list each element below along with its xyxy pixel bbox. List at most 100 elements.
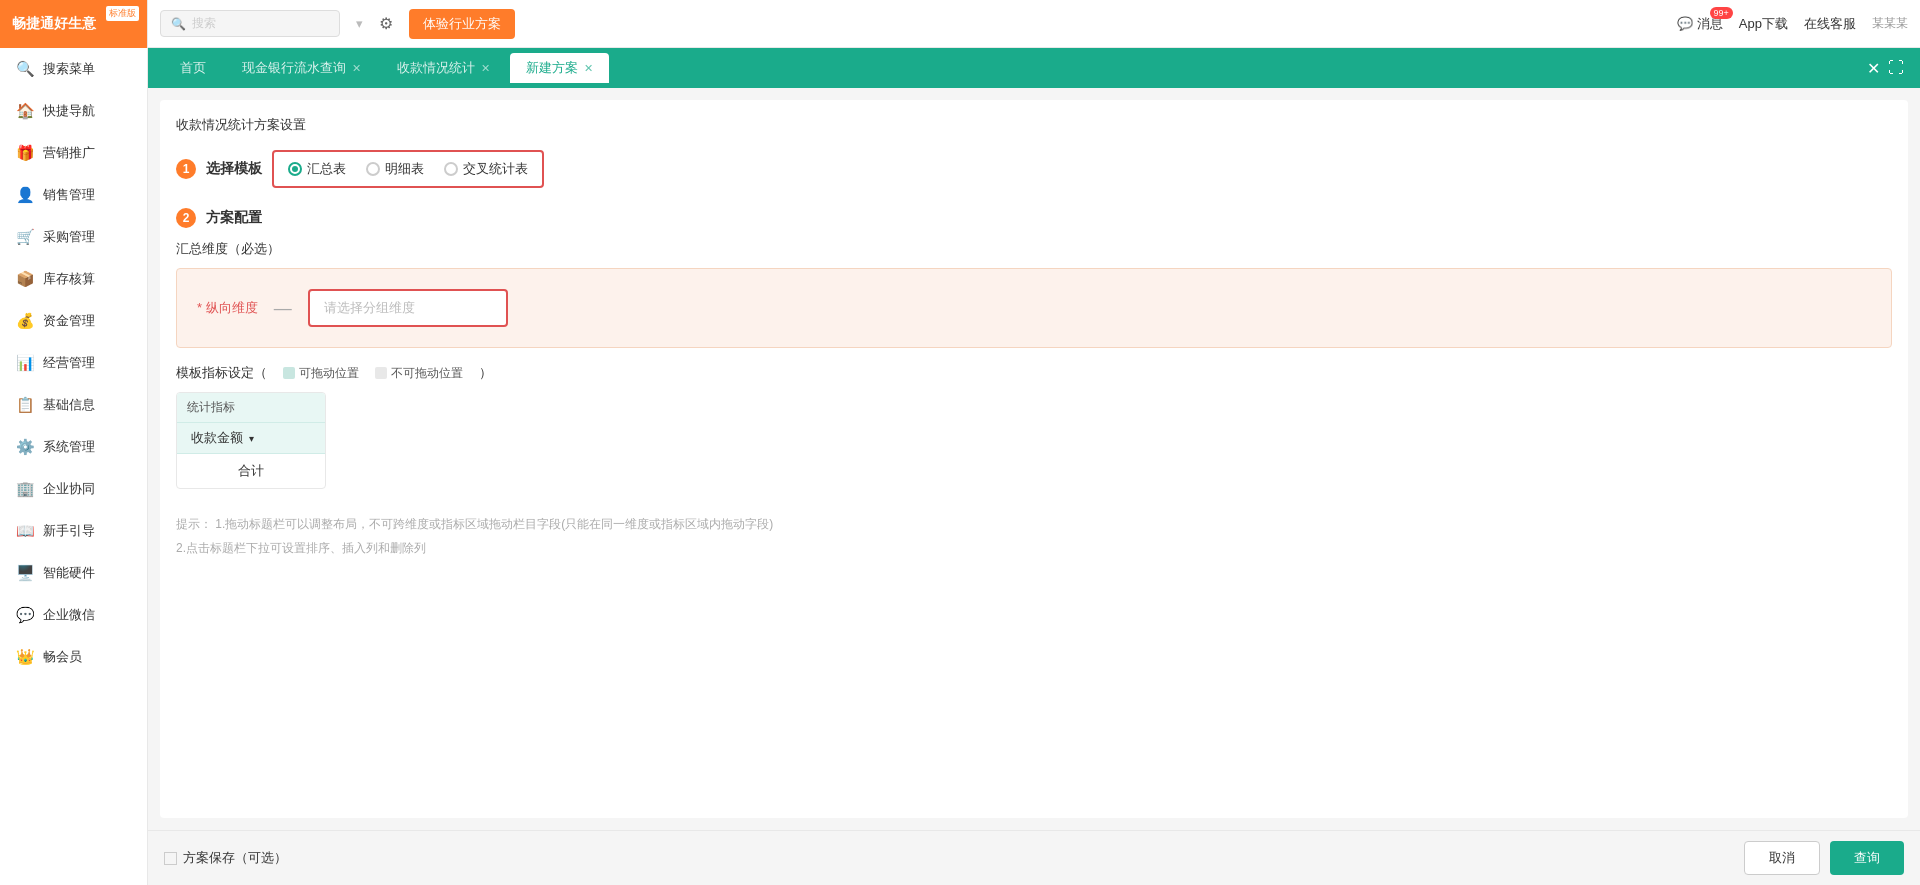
radio-cross-label: 交叉统计表 <box>463 160 528 178</box>
sidebar: 畅捷通好生意 标准版 🔍 搜索菜单 🏠 快捷导航 🎁 营销推广 👤 销售管理 🛒… <box>0 0 148 885</box>
step2-title: 方案配置 <box>206 209 262 227</box>
step1-number: 1 <box>176 159 196 179</box>
sidebar-item-label: 企业微信 <box>43 606 95 624</box>
main-area: 🔍 搜索 ▾ ⚙ 体验行业方案 💬 消息 99+ App下载 在线客服 某某某 … <box>148 0 1920 885</box>
indicator-col-header[interactable]: 收款金额 ▾ <box>177 423 325 454</box>
topbar: 🔍 搜索 ▾ ⚙ 体验行业方案 💬 消息 99+ App下载 在线客服 某某某 <box>148 0 1920 48</box>
settings-icon[interactable]: ⚙ <box>379 14 393 33</box>
tab-new-plan-close[interactable]: ✕ <box>584 62 593 75</box>
summary-dim-label: 汇总维度（必选） <box>176 240 1892 258</box>
sales-icon: 👤 <box>16 186 35 204</box>
sidebar-logo: 畅捷通好生意 标准版 <box>0 0 147 48</box>
sidebar-item-label: 采购管理 <box>43 228 95 246</box>
radio-summary[interactable]: 汇总表 <box>288 160 346 178</box>
sidebar-item-label: 库存核算 <box>43 270 95 288</box>
sidebar-item-finance[interactable]: 💰 资金管理 <box>0 300 147 342</box>
step2-header: 2 方案配置 <box>176 208 1892 228</box>
sidebar-item-label: 经营管理 <box>43 354 95 372</box>
industry-btn[interactable]: 体验行业方案 <box>409 9 515 39</box>
draggable-legend: 可拖动位置 <box>283 365 359 382</box>
non-draggable-legend: 不可拖动位置 <box>375 365 463 382</box>
dimension-box: 纵向维度 — 请选择分组维度 <box>176 268 1892 348</box>
content-area: 收款情况统计方案设置 1 选择模板 汇总表 明细表 <box>148 88 1920 885</box>
content-inner: 收款情况统计方案设置 1 选择模板 汇总表 明细表 <box>160 100 1908 818</box>
sidebar-item-label: 畅会员 <box>43 648 82 666</box>
indicator-col-label: 收款金额 <box>191 429 243 447</box>
tabs-controls: ✕ ⛶ <box>1867 59 1904 78</box>
non-draggable-label: 不可拖动位置 <box>391 365 463 382</box>
tips-section: 提示： 1.拖动标题栏可以调整布局，不可跨维度或指标区域拖动栏目字段(只能在同一… <box>176 512 1892 560</box>
sidebar-item-search-menu[interactable]: 🔍 搜索菜单 <box>0 48 147 90</box>
topbar-search-placeholder: 搜索 <box>192 15 216 32</box>
sidebar-item-system[interactable]: ⚙️ 系统管理 <box>0 426 147 468</box>
draggable-label: 可拖动位置 <box>299 365 359 382</box>
sidebar-item-sales[interactable]: 👤 销售管理 <box>0 174 147 216</box>
radio-cross[interactable]: 交叉统计表 <box>444 160 528 178</box>
app-download-link[interactable]: App下载 <box>1739 15 1788 33</box>
step1-section: 1 选择模板 汇总表 明细表 交叉统计表 <box>176 150 1892 188</box>
sidebar-item-member[interactable]: 👑 畅会员 <box>0 636 147 678</box>
cancel-button[interactable]: 取消 <box>1744 841 1820 875</box>
sidebar-item-purchase[interactable]: 🛒 采购管理 <box>0 216 147 258</box>
tab-bank-flow[interactable]: 现金银行流水查询 ✕ <box>226 53 377 83</box>
save-checkbox[interactable] <box>164 852 177 865</box>
wechat-icon: 💬 <box>16 606 35 624</box>
indicator-section-label: 统计指标 <box>187 400 235 414</box>
sidebar-item-quick-nav[interactable]: 🏠 快捷导航 <box>0 90 147 132</box>
tab-bank-flow-label: 现金银行流水查询 <box>242 59 346 77</box>
tab-receipt-stats[interactable]: 收款情况统计 ✕ <box>381 53 506 83</box>
indicator-label: 模板指标设定（ <box>176 364 267 382</box>
sidebar-item-enterprise[interactable]: 🏢 企业协同 <box>0 468 147 510</box>
sidebar-item-marketing[interactable]: 🎁 营销推广 <box>0 132 147 174</box>
tab-home[interactable]: 首页 <box>164 53 222 83</box>
message-badge: 99+ <box>1710 7 1733 19</box>
sidebar-item-enterprise-wechat[interactable]: 💬 企业微信 <box>0 594 147 636</box>
sidebar-item-operations[interactable]: 📊 经营管理 <box>0 342 147 384</box>
sidebar-item-guide[interactable]: 📖 新手引导 <box>0 510 147 552</box>
logo-text: 畅捷通好生意 <box>12 15 96 33</box>
purchase-icon: 🛒 <box>16 228 35 246</box>
step1-header: 1 选择模板 汇总表 明细表 交叉统计表 <box>176 150 1892 188</box>
step1-title: 选择模板 <box>206 160 262 178</box>
radio-detail[interactable]: 明细表 <box>366 160 424 178</box>
close-tab-icon[interactable]: ✕ <box>1867 59 1880 78</box>
dim-select-placeholder: 请选择分组维度 <box>324 300 415 315</box>
sidebar-item-label: 销售管理 <box>43 186 95 204</box>
sidebar-item-label: 搜索菜单 <box>43 60 95 78</box>
radio-detail-label: 明细表 <box>385 160 424 178</box>
tip-2: 2.点击标题栏下拉可设置排序、插入列和删除列 <box>176 536 1892 560</box>
sidebar-item-inventory[interactable]: 📦 库存核算 <box>0 258 147 300</box>
tab-new-plan[interactable]: 新建方案 ✕ <box>510 53 609 83</box>
member-icon: 👑 <box>16 648 35 666</box>
summary-dim-section: 汇总维度（必选） 纵向维度 — 请选择分组维度 <box>176 240 1892 348</box>
tabs-bar: 首页 现金银行流水查询 ✕ 收款情况统计 ✕ 新建方案 ✕ ✕ ⛶ <box>148 48 1920 88</box>
message-area[interactable]: 💬 消息 99+ <box>1677 15 1723 33</box>
sidebar-item-smart-hw[interactable]: 🖥️ 智能硬件 <box>0 552 147 594</box>
sidebar-item-label: 快捷导航 <box>43 102 95 120</box>
gift-icon: 🎁 <box>16 144 35 162</box>
template-radio-group: 汇总表 明细表 交叉统计表 <box>272 150 544 188</box>
indicator-section-header: 统计指标 <box>177 393 325 423</box>
sidebar-item-label: 系统管理 <box>43 438 95 456</box>
query-button[interactable]: 查询 <box>1830 841 1904 875</box>
tab-receipt-stats-close[interactable]: ✕ <box>481 62 490 75</box>
save-option[interactable]: 方案保存（可选） <box>164 849 287 867</box>
sidebar-item-label: 企业协同 <box>43 480 95 498</box>
tab-bank-flow-close[interactable]: ✕ <box>352 62 361 75</box>
sidebar-item-label: 营销推广 <box>43 144 95 162</box>
online-support-link[interactable]: 在线客服 <box>1804 15 1856 33</box>
dim-select-input[interactable]: 请选择分组维度 <box>308 289 508 327</box>
chevron-down-icon: ▾ <box>249 433 254 444</box>
message-icon: 💬 <box>1677 16 1693 31</box>
step2-section: 2 方案配置 汇总维度（必选） 纵向维度 — 请选择分组维度 <box>176 208 1892 560</box>
operations-icon: 📊 <box>16 354 35 372</box>
sidebar-item-label: 新手引导 <box>43 522 95 540</box>
page-title: 收款情况统计方案设置 <box>176 116 1892 134</box>
footer: 方案保存（可选） 取消 查询 <box>148 830 1920 885</box>
tab-new-plan-label: 新建方案 <box>526 59 578 77</box>
topbar-search[interactable]: 🔍 搜索 <box>160 10 340 37</box>
system-icon: ⚙️ <box>16 438 35 456</box>
expand-tab-icon[interactable]: ⛶ <box>1888 59 1904 78</box>
tab-receipt-stats-label: 收款情况统计 <box>397 59 475 77</box>
sidebar-item-basic-info[interactable]: 📋 基础信息 <box>0 384 147 426</box>
